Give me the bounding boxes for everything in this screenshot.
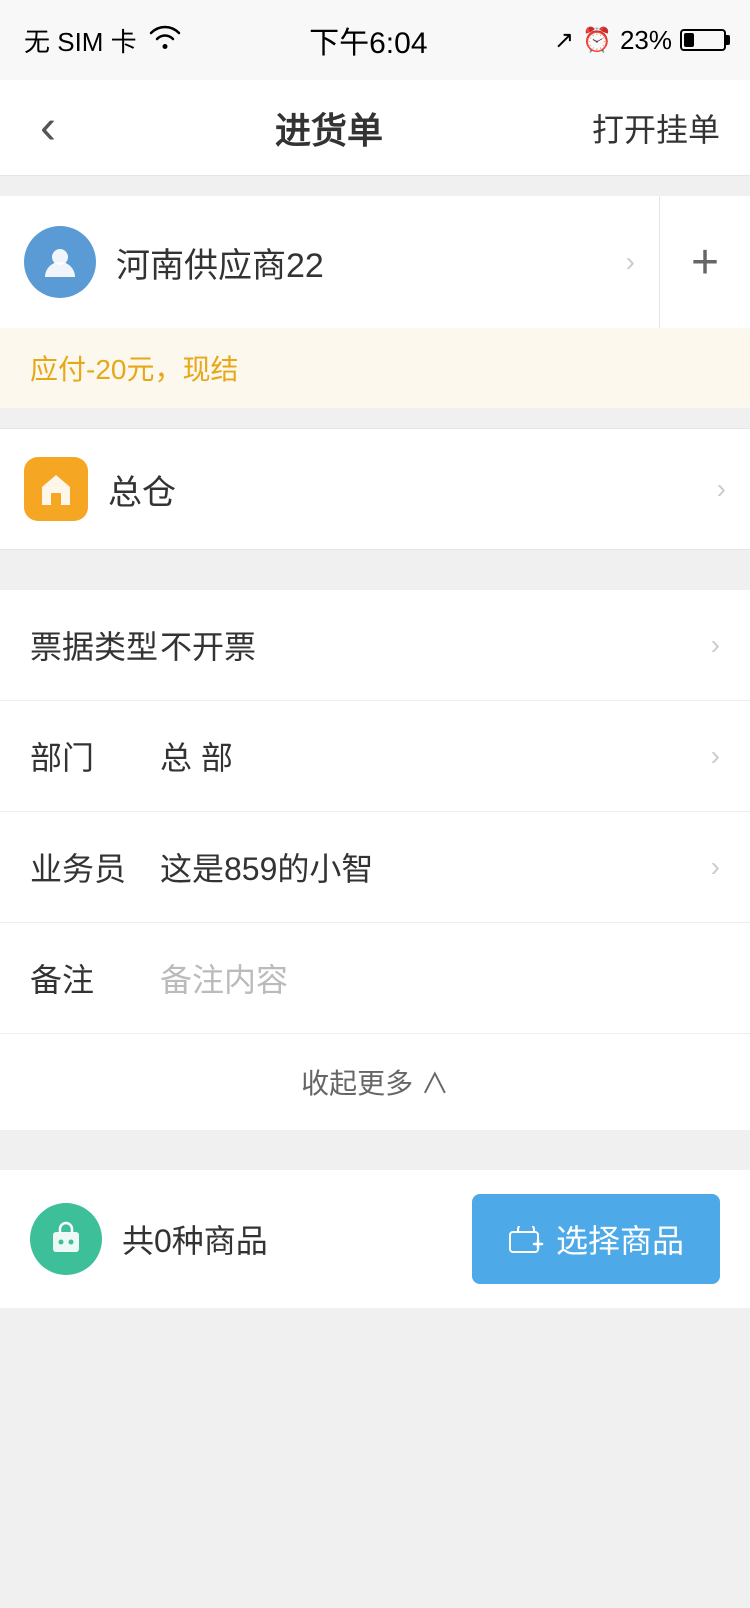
page-title: 进货单 <box>275 102 383 154</box>
invoice-row[interactable]: 票据类型 不开票 › <box>0 590 750 701</box>
divider-2 <box>0 408 750 428</box>
sales-chevron-icon: › <box>711 851 720 883</box>
status-left: 无 SIM 卡 <box>24 22 183 59</box>
status-bar: 无 SIM 卡 下午6:04 ↗ ⏰ 23% <box>0 0 750 80</box>
supplier-name: 河南供应商22 <box>116 238 616 287</box>
alarm-icon: ⏰ <box>582 26 612 55</box>
page-filler <box>0 1308 750 1608</box>
notice-banner: 应付-20元，现结 <box>0 328 750 408</box>
product-count-text: 共0种商品 <box>122 1216 452 1262</box>
department-row[interactable]: 部门 总 部 › <box>0 701 750 812</box>
warehouse-icon <box>24 457 88 521</box>
remark-input[interactable]: 备注内容 <box>160 955 720 1001</box>
open-pending-button[interactable]: 打开挂单 <box>592 105 720 151</box>
divider-4 <box>0 1130 750 1150</box>
warehouse-name: 总仓 <box>108 465 707 514</box>
gps-icon: ↗ <box>554 26 574 55</box>
select-product-button[interactable]: 选择商品 <box>472 1194 720 1284</box>
divider-1 <box>0 176 750 196</box>
add-supplier-button[interactable]: + <box>660 196 750 328</box>
nav-bar: ‹ 进货单 打开挂单 <box>0 80 750 176</box>
form-section: 票据类型 不开票 › 部门 总 部 › 业务员 这是859的小智 › 备注 备注… <box>0 590 750 1033</box>
invoice-label: 票据类型 <box>30 622 160 668</box>
notice-text: 应付-20元，现结 <box>30 354 238 385</box>
sales-label: 业务员 <box>30 844 160 890</box>
supplier-avatar <box>24 226 96 298</box>
divider-3 <box>0 550 750 570</box>
remark-label: 备注 <box>30 955 160 1001</box>
remark-row[interactable]: 备注 备注内容 <box>0 923 750 1033</box>
department-label: 部门 <box>30 733 160 779</box>
sales-row[interactable]: 业务员 这是859的小智 › <box>0 812 750 923</box>
status-right: ↗ ⏰ 23% <box>554 25 726 56</box>
supplier-section: 河南供应商22 › + <box>0 196 750 328</box>
invoice-chevron-icon: › <box>711 629 720 661</box>
supplier-chevron-icon: › <box>626 246 635 278</box>
select-product-icon <box>508 1221 544 1258</box>
carrier-text: 无 SIM 卡 <box>24 22 137 59</box>
back-button[interactable]: ‹ <box>30 90 66 165</box>
select-product-label: 选择商品 <box>556 1216 684 1262</box>
warehouse-chevron-icon: › <box>717 473 726 505</box>
product-icon <box>30 1203 102 1275</box>
status-time: 下午6:04 <box>309 18 427 62</box>
wifi-icon <box>147 24 183 57</box>
warehouse-row[interactable]: 总仓 › <box>0 428 750 550</box>
department-chevron-icon: › <box>711 740 720 772</box>
bottom-bar: 共0种商品 选择商品 <box>0 1170 750 1308</box>
department-value: 总 部 <box>160 733 701 779</box>
sales-value: 这是859的小智 <box>160 844 701 890</box>
collapse-button[interactable]: 收起更多 ∧ <box>0 1033 750 1130</box>
invoice-value: 不开票 <box>160 622 701 668</box>
battery-text: 23% <box>620 25 672 56</box>
supplier-row[interactable]: 河南供应商22 › <box>0 196 660 328</box>
battery-icon <box>680 29 726 51</box>
